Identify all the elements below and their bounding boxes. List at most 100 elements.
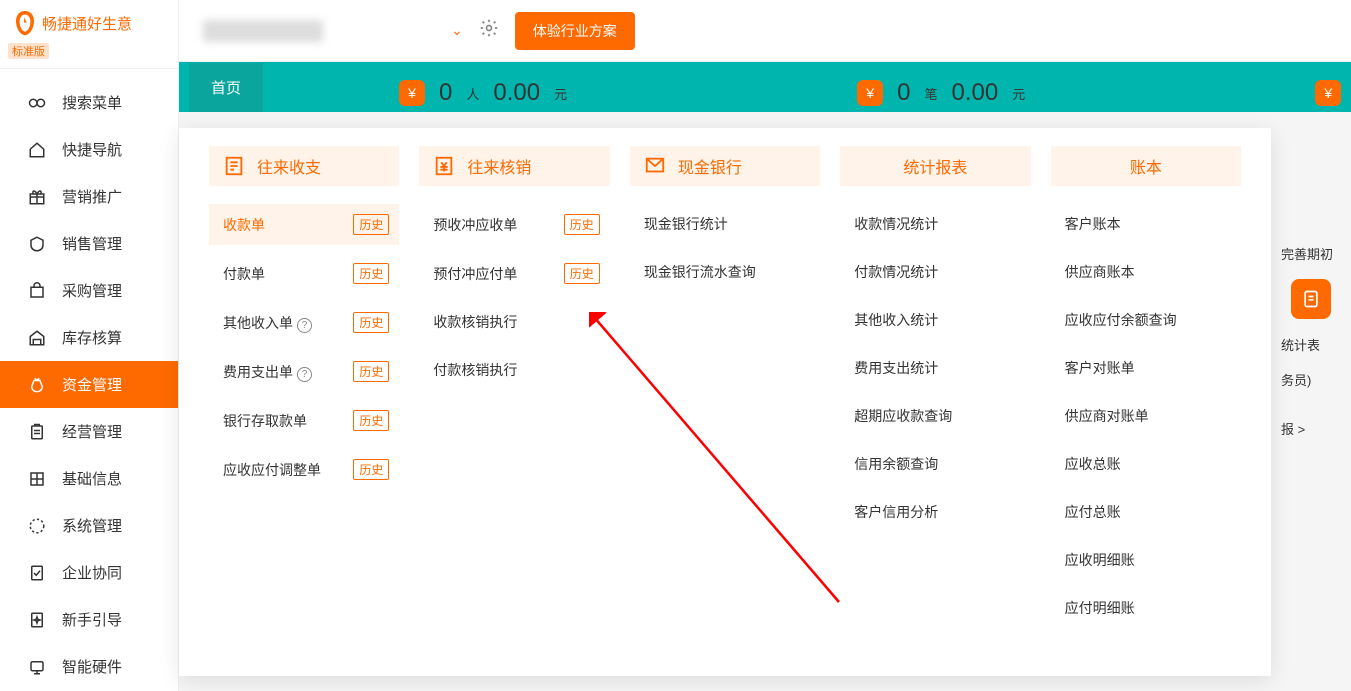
content-area: 往来收支 收款单历史 付款单历史 其他收入单?历史 费用支出单?历史 银行存取款…	[179, 112, 1351, 152]
item-ar-detail[interactable]: 应收明细账	[1051, 540, 1241, 580]
item-ar-general[interactable]: 应收总账	[1051, 444, 1241, 484]
history-badge[interactable]: 历史	[353, 410, 389, 431]
home-icon	[28, 141, 46, 159]
right-icon-button[interactable]	[1291, 279, 1331, 319]
item-ap-detail[interactable]: 应付明细账	[1051, 588, 1241, 628]
right-text[interactable]: 统计表	[1281, 335, 1351, 354]
history-badge[interactable]: 历史	[564, 214, 600, 235]
item-vendor-statement[interactable]: 供应商对账单	[1051, 396, 1241, 436]
settings-button[interactable]	[479, 18, 499, 43]
chevron-down-icon: ⌄	[451, 22, 463, 39]
clipboard-icon	[28, 423, 46, 441]
gift-icon	[28, 188, 46, 206]
item-payment[interactable]: 付款单历史	[209, 253, 399, 294]
history-badge[interactable]: 历史	[353, 312, 389, 333]
stats-strip: ¥ 0人 0.00元 ¥ 0笔 0.00元 ¥ 0笔 0.00元	[399, 79, 1331, 107]
nav-search[interactable]: 搜索菜单	[0, 79, 178, 126]
help-icon[interactable]: ?	[297, 367, 312, 382]
nav-marketing[interactable]: 营销推广	[0, 173, 178, 220]
item-overdue-ar[interactable]: 超期应收款查询	[840, 396, 1030, 436]
search-icon	[28, 94, 46, 112]
brand-icon	[14, 10, 36, 37]
nav-operations[interactable]: 经营管理	[0, 408, 178, 455]
sparkle-icon	[28, 611, 46, 629]
brand: 畅捷通好生意	[0, 0, 178, 41]
history-badge[interactable]: 历史	[353, 459, 389, 480]
history-badge[interactable]: 历史	[353, 263, 389, 284]
topbar: ⌄ 体验行业方案	[179, 0, 1351, 62]
cart-icon	[28, 282, 46, 300]
main-area: ⌄ 体验行业方案 首页 往来收支 收款单历史 付款单历史 其他收入单?历史 费用…	[179, 0, 1351, 691]
history-badge[interactable]: 历史	[353, 361, 389, 382]
item-customer-ledger[interactable]: 客户账本	[1051, 204, 1241, 244]
item-customer-credit[interactable]: 客户信用分析	[840, 492, 1030, 532]
col-header: 现金银行	[630, 146, 820, 186]
col-header: 往来收支	[209, 146, 399, 186]
item-receive-writeoff[interactable]: 收款核销执行	[419, 302, 609, 342]
item-cashbank-flow[interactable]: 现金银行流水查询	[630, 252, 820, 292]
item-prereceive-offset[interactable]: 预收冲应收单历史	[419, 204, 609, 245]
col-writeoff: 往来核销 预收冲应收单历史 预付冲应付单历史 收款核销执行 付款核销执行	[409, 146, 619, 636]
item-expense[interactable]: 费用支出单?历史	[209, 351, 399, 392]
item-pay-stats[interactable]: 付款情况统计	[840, 252, 1030, 292]
brand-block: 畅捷通好生意 标准版	[0, 0, 178, 69]
sidebar: 畅捷通好生意 标准版 搜索菜单 快捷导航 营销推广 销售管理 采购管理 库存核算…	[0, 0, 179, 691]
grid-icon	[28, 470, 46, 488]
right-text[interactable]: 完善期初	[1281, 244, 1351, 263]
item-ap-general[interactable]: 应付总账	[1051, 492, 1241, 532]
item-bank-transfer[interactable]: 银行存取款单历史	[209, 400, 399, 441]
stat-icon: ¥	[399, 80, 425, 106]
doc-check-icon	[28, 564, 46, 582]
stat-block: ¥ 0人 0.00元	[399, 79, 567, 107]
help-icon[interactable]: ?	[297, 318, 312, 333]
receipt-icon	[223, 155, 245, 177]
org-name-redacted	[203, 20, 323, 42]
nav-purchase[interactable]: 采购管理	[0, 267, 178, 314]
right-partial-panel: 完善期初 统计表 务员) 报 >	[1281, 244, 1351, 454]
history-badge[interactable]: 历史	[353, 214, 389, 235]
mega-menu: 往来收支 收款单历史 付款单历史 其他收入单?历史 费用支出单?历史 银行存取款…	[179, 128, 1271, 676]
nav-list: 搜索菜单 快捷导航 营销推广 销售管理 采购管理 库存核算 资金管理 经营管理 …	[0, 69, 178, 690]
item-ar-ap-adjust[interactable]: 应收应付调整单历史	[209, 449, 399, 490]
nav-collab[interactable]: 企业协同	[0, 549, 178, 596]
nav-sales[interactable]: 销售管理	[0, 220, 178, 267]
col-ledger: 账本 客户账本 供应商账本 应收应付余额查询 客户对账单 供应商对账单 应收总账…	[1041, 146, 1251, 636]
nav-quicknav[interactable]: 快捷导航	[0, 126, 178, 173]
item-receive-stats[interactable]: 收款情况统计	[840, 204, 1030, 244]
brand-edition: 标准版	[8, 43, 49, 59]
brand-title: 畅捷通好生意	[42, 13, 132, 34]
item-other-income[interactable]: 其他收入单?历史	[209, 302, 399, 343]
dashed-circle-icon	[28, 517, 46, 535]
item-credit-balance[interactable]: 信用余额查询	[840, 444, 1030, 484]
history-badge[interactable]: 历史	[564, 263, 600, 284]
org-selector[interactable]: ⌄	[195, 14, 463, 48]
sales-icon	[28, 235, 46, 253]
nav-system[interactable]: 系统管理	[0, 502, 178, 549]
item-cashbank-stats[interactable]: 现金银行统计	[630, 204, 820, 244]
stat-icon: ¥	[1315, 80, 1341, 106]
col-header: 统计报表	[840, 146, 1030, 186]
item-receipt[interactable]: 收款单历史	[209, 204, 399, 245]
gear-icon	[479, 18, 499, 38]
item-vendor-ledger[interactable]: 供应商账本	[1051, 252, 1241, 292]
right-text[interactable]: 报 >	[1281, 419, 1351, 438]
right-text: 务员)	[1281, 370, 1351, 389]
stat-icon: ¥	[857, 80, 883, 106]
item-otherincome-stats[interactable]: 其他收入统计	[840, 300, 1030, 340]
item-prepay-offset[interactable]: 预付冲应付单历史	[419, 253, 609, 294]
item-customer-statement[interactable]: 客户对账单	[1051, 348, 1241, 388]
warehouse-icon	[28, 329, 46, 347]
stat-block: ¥ 0笔 0.00元	[857, 79, 1025, 107]
nav-basedata[interactable]: 基础信息	[0, 455, 178, 502]
nav-guide[interactable]: 新手引导	[0, 596, 178, 643]
nav-inventory[interactable]: 库存核算	[0, 314, 178, 361]
item-ar-ap-balance[interactable]: 应收应付余额查询	[1051, 300, 1241, 340]
tab-home[interactable]: 首页	[189, 63, 263, 112]
nav-hardware[interactable]: 智能硬件	[0, 643, 178, 690]
nav-finance[interactable]: 资金管理	[0, 361, 178, 408]
money-bag-icon	[28, 376, 46, 394]
col-header: 往来核销	[419, 146, 609, 186]
industry-plan-button[interactable]: 体验行业方案	[515, 12, 635, 50]
item-expense-stats[interactable]: 费用支出统计	[840, 348, 1030, 388]
item-pay-writeoff[interactable]: 付款核销执行	[419, 350, 609, 390]
